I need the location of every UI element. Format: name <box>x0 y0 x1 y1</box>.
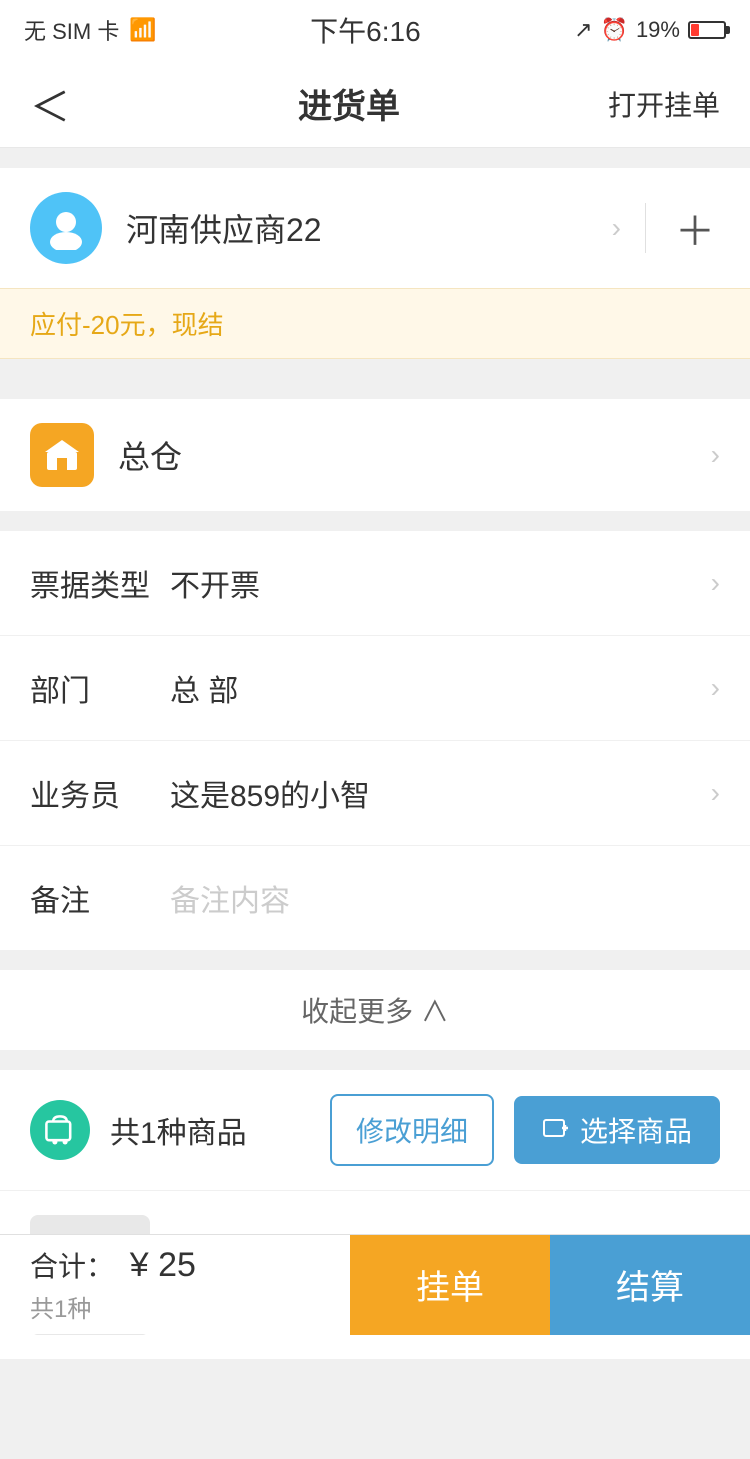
alarm-icon: ⏰ <box>601 17 628 43</box>
total-amount: ¥ 25 <box>130 1246 196 1284</box>
remark-row[interactable]: 备注 备注内容 <box>0 846 750 950</box>
select-product-label: 选择商品 <box>580 1110 692 1150</box>
section-divider-2 <box>0 359 750 379</box>
staff-value: 这是859的小智 <box>170 771 711 815</box>
battery-fill <box>691 24 700 36</box>
total-section: 合计： ¥ 25 共1种 <box>0 1245 350 1324</box>
department-arrow-icon: › <box>711 672 720 704</box>
staff-row[interactable]: 业务员 这是859的小智 › <box>0 741 750 846</box>
page-title: 进货单 <box>298 79 400 128</box>
battery-icon <box>688 21 726 39</box>
products-header: 共1种商品 修改明细 选择商品 <box>0 1070 750 1191</box>
add-supplier-button[interactable]: ＋ <box>670 199 720 257</box>
invoice-value: 不开票 <box>170 561 711 605</box>
supplier-avatar <box>30 192 102 264</box>
remark-input[interactable]: 备注内容 <box>170 876 720 920</box>
total-sub: 共1种 <box>30 1289 320 1324</box>
carrier-label: 无 SIM 卡 <box>24 14 119 46</box>
open-pending-button[interactable]: 打开挂单 <box>608 84 720 124</box>
nav-bar: ＜ 进货单 打开挂单 <box>0 60 750 148</box>
suspend-button[interactable]: 挂单 <box>350 1235 550 1335</box>
collapse-label: 收起更多 ∧ <box>301 990 449 1030</box>
wifi-icon: 📶 <box>129 17 156 43</box>
supplier-section: 河南供应商22 › ＋ <box>0 168 750 288</box>
department-value: 总 部 <box>170 666 711 710</box>
department-row[interactable]: 部门 总 部 › <box>0 636 750 741</box>
products-count: 共1种商品 <box>110 1108 330 1152</box>
staff-label: 业务员 <box>30 771 170 815</box>
notice-text: 应付-20元，现结 <box>30 310 224 340</box>
time-label: 下午6:16 <box>310 10 421 50</box>
warehouse-section[interactable]: 总仓 › <box>0 399 750 511</box>
checkout-button[interactable]: 结算 <box>550 1235 750 1335</box>
total-row: 合计： ¥ 25 <box>30 1245 320 1285</box>
remark-label: 备注 <box>30 876 170 920</box>
supplier-arrow-icon: › <box>612 212 621 244</box>
collapse-bar[interactable]: 收起更多 ∧ <box>0 970 750 1050</box>
supplier-avatar-icon <box>44 206 88 250</box>
supplier-name[interactable]: 河南供应商22 <box>126 205 612 251</box>
notice-bar: 应付-20元，现结 <box>0 288 750 359</box>
cart-icon <box>43 1113 77 1147</box>
back-button[interactable]: ＜ <box>30 75 90 133</box>
staff-arrow-icon: › <box>711 777 720 809</box>
edit-detail-button[interactable]: 修改明细 <box>330 1094 494 1166</box>
invoice-arrow-icon: › <box>711 567 720 599</box>
bottom-bar: 合计： ¥ 25 共1种 挂单 结算 <box>0 1234 750 1334</box>
battery-percent: 19% <box>636 17 680 43</box>
warehouse-icon <box>30 423 94 487</box>
select-product-button[interactable]: 选择商品 <box>514 1096 720 1164</box>
warehouse-arrow-icon: › <box>711 439 720 471</box>
invoice-row[interactable]: 票据类型 不开票 › <box>0 531 750 636</box>
bottom-spacer <box>0 1359 750 1459</box>
section-divider-1 <box>0 148 750 168</box>
status-bar: 无 SIM 卡 📶 下午6:16 ↗ ⏰ 19% <box>0 0 750 60</box>
total-label: 合计： <box>30 1251 114 1282</box>
invoice-label: 票据类型 <box>30 561 170 605</box>
warehouse-svg <box>43 436 81 474</box>
select-product-icon <box>542 1116 570 1144</box>
status-right: ↗ ⏰ 19% <box>574 17 726 43</box>
status-left: 无 SIM 卡 📶 <box>24 14 157 46</box>
products-icon <box>30 1100 90 1160</box>
location-icon: ↗ <box>574 17 592 43</box>
warehouse-name: 总仓 <box>118 432 711 478</box>
department-label: 部门 <box>30 666 170 710</box>
form-section: 票据类型 不开票 › 部门 总 部 › 业务员 这是859的小智 › 备注 备注… <box>0 531 750 950</box>
supplier-divider <box>645 203 646 253</box>
